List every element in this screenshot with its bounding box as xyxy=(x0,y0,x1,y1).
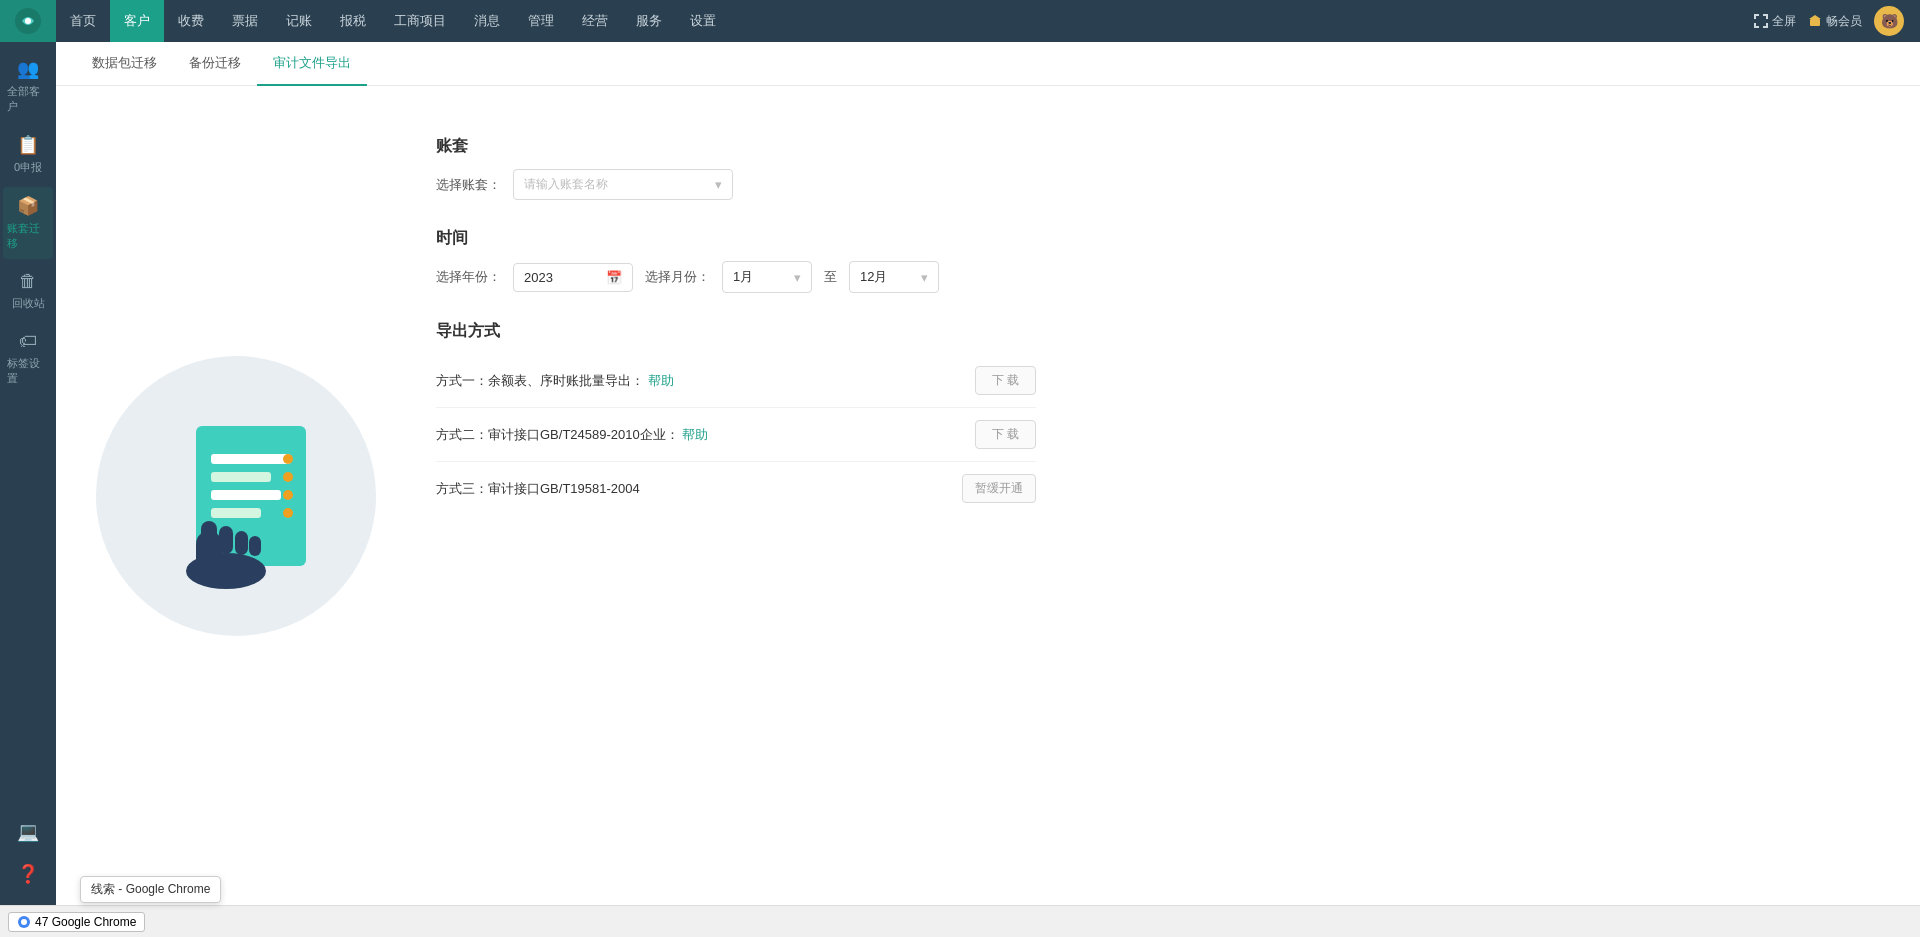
nav-operations[interactable]: 经营 xyxy=(568,0,622,42)
illustration-circle xyxy=(96,356,376,636)
export-method-2-label: 方式二：审计接口GB/T24589-2010企业： 帮助 xyxy=(436,426,708,444)
export-method-2-help-link[interactable]: 帮助 xyxy=(682,427,708,442)
year-input[interactable]: 2023 📅 xyxy=(513,263,633,292)
svg-rect-3 xyxy=(1754,14,1756,19)
month-end-select[interactable]: 12月 ▾ xyxy=(849,261,939,293)
sidebar-item-all-customers[interactable]: 👥 全部客户 xyxy=(3,50,53,122)
export-method-1-help-link[interactable]: 帮助 xyxy=(648,373,674,388)
export-method-2: 方式二：审计接口GB/T24589-2010企业： 帮助 下 载 xyxy=(436,408,1036,462)
tag-icon: 🏷 xyxy=(19,331,37,352)
tab-bar: 数据包迁移 备份迁移 审计文件导出 xyxy=(56,42,1920,86)
month-label: 选择月份： xyxy=(645,268,710,286)
svg-rect-14 xyxy=(211,490,281,500)
sidebar-item-account-migration[interactable]: 📦 账套迁移 xyxy=(3,187,53,259)
account-section: 账套 选择账套： 请输入账套名称 ▾ xyxy=(436,136,1036,200)
taskbar: 47 Google Chrome 线索 - Google Chrome xyxy=(0,905,1920,937)
fullscreen-button[interactable]: 全屏 xyxy=(1754,13,1796,30)
zero-report-icon: 📋 xyxy=(17,134,39,156)
svg-rect-23 xyxy=(219,526,233,554)
content-area: 数据包迁移 备份迁移 审计文件导出 xyxy=(56,42,1920,905)
nav-services[interactable]: 服务 xyxy=(622,0,676,42)
export-method-3-open-button[interactable]: 暂缓开通 xyxy=(962,474,1036,503)
nav-items: 首页 客户 收费 票据 记账 报税 工商项目 消息 管理 经营 服务 设置 xyxy=(56,0,1754,42)
nav-management[interactable]: 管理 xyxy=(514,0,568,42)
all-customers-icon: 👥 xyxy=(17,58,39,80)
illustration-area xyxy=(96,116,376,875)
svg-rect-10 xyxy=(1810,19,1820,26)
recycle-icon: 🗑 xyxy=(19,271,37,292)
nav-customers[interactable]: 客户 xyxy=(110,0,164,42)
nav-business[interactable]: 工商项目 xyxy=(380,0,460,42)
chevron-down-month-end-icon: ▾ xyxy=(921,270,928,285)
nav-right: 全屏 畅会员 🐻 xyxy=(1754,6,1920,36)
export-method-3-label: 方式三：审计接口GB/T19581-2004 xyxy=(436,480,640,498)
export-method-2-download-button[interactable]: 下 载 xyxy=(975,420,1036,449)
svg-rect-7 xyxy=(1754,23,1756,28)
svg-rect-13 xyxy=(211,472,271,482)
migration-icon: 📦 xyxy=(17,195,39,217)
time-section-title: 时间 xyxy=(436,228,1036,249)
time-section: 时间 选择年份： 2023 📅 选择月份： 1月 ▾ 至 xyxy=(436,228,1036,293)
avatar[interactable]: 🐻 xyxy=(1874,6,1904,36)
sidebar-item-help[interactable]: ❓ xyxy=(3,855,53,893)
svg-rect-22 xyxy=(201,521,217,551)
svg-rect-15 xyxy=(211,508,261,518)
export-section: 导出方式 方式一：余额表、序时账批量导出： 帮助 下 载 方式二：审计接口GB/… xyxy=(436,321,1036,515)
svg-rect-5 xyxy=(1766,14,1768,19)
svg-rect-25 xyxy=(249,536,261,556)
svg-rect-9 xyxy=(1766,23,1768,28)
export-section-title: 导出方式 xyxy=(436,321,1036,342)
svg-point-27 xyxy=(21,919,27,925)
time-form-row: 选择年份： 2023 📅 选择月份： 1月 ▾ 至 12月 xyxy=(436,261,1036,293)
form-area: 账套 选择账套： 请输入账套名称 ▾ 时间 选择年份： xyxy=(436,116,1036,875)
account-placeholder: 请输入账套名称 xyxy=(524,176,608,193)
svg-point-17 xyxy=(283,472,293,482)
nav-settings[interactable]: 设置 xyxy=(676,0,730,42)
nav-messages[interactable]: 消息 xyxy=(460,0,514,42)
chevron-down-month-icon: ▾ xyxy=(794,270,801,285)
app-logo[interactable] xyxy=(0,0,56,42)
export-method-1: 方式一：余额表、序时账批量导出： 帮助 下 载 xyxy=(436,354,1036,408)
nav-billing[interactable]: 收费 xyxy=(164,0,218,42)
chevron-down-icon: ▾ xyxy=(715,177,722,192)
tab-data-migration[interactable]: 数据包迁移 xyxy=(76,42,173,86)
account-form-row: 选择账套： 请输入账套名称 ▾ xyxy=(436,169,1036,200)
account-select[interactable]: 请输入账套名称 ▾ xyxy=(513,169,733,200)
export-method-3: 方式三：审计接口GB/T19581-2004 暂缓开通 xyxy=(436,462,1036,515)
sidebar-item-zero-report[interactable]: 📋 0申报 xyxy=(3,126,53,183)
help-icon: ❓ xyxy=(17,863,39,885)
month-start-select[interactable]: 1月 ▾ xyxy=(722,261,812,293)
svg-rect-12 xyxy=(211,454,291,464)
nav-invoices[interactable]: 票据 xyxy=(218,0,272,42)
svg-point-18 xyxy=(283,490,293,500)
taskbar-tooltip: 线索 - Google Chrome xyxy=(80,876,221,903)
time-separator: 至 xyxy=(824,268,837,286)
account-label: 选择账套： xyxy=(436,176,501,194)
sidebar: 👥 全部客户 📋 0申报 📦 账套迁移 🗑 回收站 🏷 标签设置 💻 ❓ xyxy=(0,42,56,905)
top-navigation: 首页 客户 收费 票据 记账 报税 工商项目 消息 管理 经营 服务 设置 全屏… xyxy=(0,0,1920,42)
svg-point-1 xyxy=(25,18,31,24)
main-layout: 👥 全部客户 📋 0申报 📦 账套迁移 🗑 回收站 🏷 标签设置 💻 ❓ xyxy=(0,42,1920,905)
sidebar-item-recycle[interactable]: 🗑 回收站 xyxy=(3,263,53,319)
nav-bookkeeping[interactable]: 记账 xyxy=(272,0,326,42)
calendar-icon: 📅 xyxy=(606,270,622,285)
nav-tax[interactable]: 报税 xyxy=(326,0,380,42)
year-label: 选择年份： xyxy=(436,268,501,286)
svg-point-16 xyxy=(283,454,293,464)
tab-audit-export[interactable]: 审计文件导出 xyxy=(257,42,367,86)
sidebar-bottom: 💻 ❓ xyxy=(3,813,53,905)
download-icon: 💻 xyxy=(17,821,39,843)
tab-backup-migration[interactable]: 备份迁移 xyxy=(173,42,257,86)
export-method-1-label: 方式一：余额表、序时账批量导出： 帮助 xyxy=(436,372,674,390)
export-method-1-download-button[interactable]: 下 载 xyxy=(975,366,1036,395)
sidebar-item-tags[interactable]: 🏷 标签设置 xyxy=(3,323,53,394)
taskbar-chrome-item[interactable]: 47 Google Chrome xyxy=(8,912,145,932)
svg-point-19 xyxy=(283,508,293,518)
svg-rect-24 xyxy=(235,531,248,555)
sidebar-item-download[interactable]: 💻 xyxy=(3,813,53,851)
account-section-title: 账套 xyxy=(436,136,1036,157)
nav-home[interactable]: 首页 xyxy=(56,0,110,42)
page-content: 账套 选择账套： 请输入账套名称 ▾ 时间 选择年份： xyxy=(56,86,1920,905)
membership-button[interactable]: 畅会员 xyxy=(1808,13,1862,30)
